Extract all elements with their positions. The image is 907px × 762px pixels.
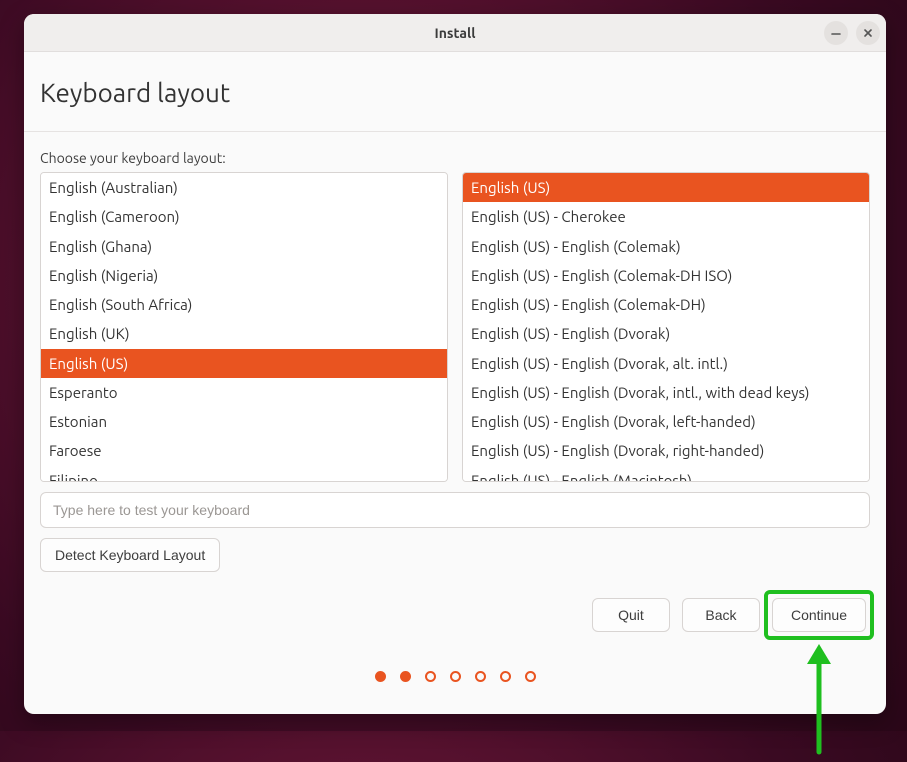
list-item[interactable]: English (Nigeria) xyxy=(41,261,447,290)
page-title: Keyboard layout xyxy=(40,78,870,107)
list-item[interactable]: English (South Africa) xyxy=(41,290,447,319)
choose-label: Choose your keyboard layout: xyxy=(40,150,870,166)
list-item[interactable]: Estonian xyxy=(41,407,447,436)
quit-button[interactable]: Quit xyxy=(592,598,670,632)
progress-pager xyxy=(24,671,886,682)
layout-lists: English (Australian)English (Cameroon)En… xyxy=(40,172,870,482)
minimize-button[interactable] xyxy=(824,21,848,45)
list-item[interactable]: English (US) - English (Dvorak, right-ha… xyxy=(463,436,869,465)
list-item[interactable]: English (US) - English (Colemak) xyxy=(463,232,869,261)
minimize-icon xyxy=(830,27,842,39)
detect-layout-button[interactable]: Detect Keyboard Layout xyxy=(40,538,220,572)
window-title: Install xyxy=(435,25,476,41)
list-item[interactable]: English (US) - English (Colemak-DH) xyxy=(463,290,869,319)
installer-window: Install Keyboard layout Choose your keyb… xyxy=(24,14,886,714)
pager-dot xyxy=(525,671,536,682)
list-item[interactable]: English (Australian) xyxy=(41,173,447,202)
list-item[interactable]: Faroese xyxy=(41,436,447,465)
list-item[interactable]: English (US) - English (Dvorak) xyxy=(463,319,869,348)
pager-dot xyxy=(450,671,461,682)
nav-button-row: Quit Back Continue xyxy=(40,598,870,632)
list-item[interactable]: English (US) xyxy=(41,349,447,378)
list-item[interactable]: English (US) - English (Dvorak, alt. int… xyxy=(463,349,869,378)
list-item[interactable]: English (US) xyxy=(463,173,869,202)
list-item[interactable]: English (US) - English (Dvorak, intl., w… xyxy=(463,378,869,407)
keyboard-test-input[interactable] xyxy=(40,492,870,528)
titlebar: Install xyxy=(24,14,886,52)
window-controls xyxy=(824,14,880,51)
list-item[interactable]: English (US) - English (Macintosh) xyxy=(463,466,869,483)
pager-dot xyxy=(425,671,436,682)
pager-dot xyxy=(400,671,411,682)
list-item[interactable]: Filipino xyxy=(41,466,447,483)
list-item[interactable]: English (US) - English (Dvorak, left-han… xyxy=(463,407,869,436)
pager-dot xyxy=(475,671,486,682)
list-item[interactable]: English (US) - English (Colemak-DH ISO) xyxy=(463,261,869,290)
close-button[interactable] xyxy=(856,21,880,45)
continue-button[interactable]: Continue xyxy=(772,598,866,632)
list-item[interactable]: English (Ghana) xyxy=(41,232,447,261)
pager-dot xyxy=(500,671,511,682)
content-area: Keyboard layout Choose your keyboard lay… xyxy=(24,52,886,714)
back-button[interactable]: Back xyxy=(682,598,760,632)
layout-listbox[interactable]: English (Australian)English (Cameroon)En… xyxy=(40,172,448,482)
list-item[interactable]: English (Cameroon) xyxy=(41,202,447,231)
close-icon xyxy=(862,27,874,39)
header-divider xyxy=(24,131,886,132)
list-item[interactable]: Esperanto xyxy=(41,378,447,407)
list-item[interactable]: English (UK) xyxy=(41,319,447,348)
pager-dot xyxy=(375,671,386,682)
list-item[interactable]: English (US) - Cherokee xyxy=(463,202,869,231)
variant-listbox[interactable]: English (US)English (US) - CherokeeEngli… xyxy=(462,172,870,482)
